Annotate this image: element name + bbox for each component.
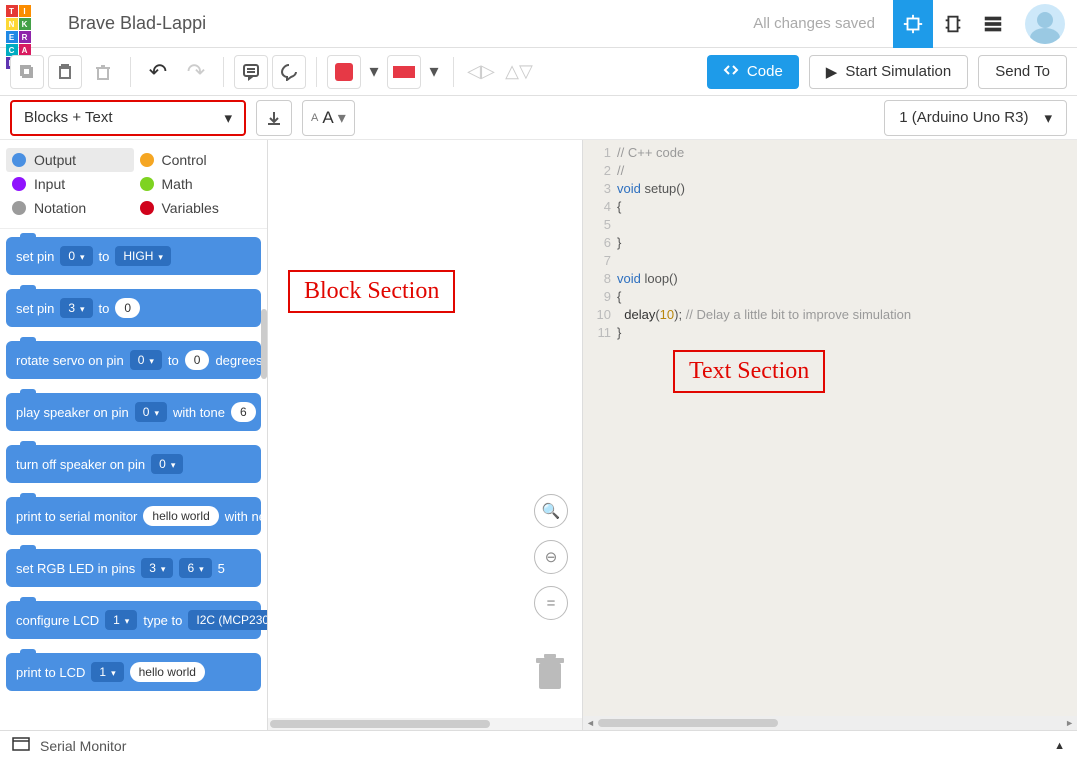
- category-label: Control: [162, 152, 207, 168]
- category-color-dot: [140, 177, 154, 191]
- app-header: TINKERCAD Brave Blad-Lappi All changes s…: [0, 0, 1077, 48]
- delete-button[interactable]: [86, 55, 120, 89]
- chevron-down-icon: ▾: [338, 108, 346, 128]
- editor-controls: Blocks + Text ▾ A A ▾ 1 (Arduino Uno R3)…: [0, 96, 1077, 140]
- palette-block[interactable]: set pin3to0: [6, 289, 261, 327]
- palette-block[interactable]: set pin0toHIGH: [6, 237, 261, 275]
- code-button-label: Code: [747, 63, 783, 80]
- text-size-control[interactable]: A A ▾: [302, 100, 355, 136]
- block-palette: OutputControlInputMathNotationVariables …: [0, 140, 268, 730]
- trash-icon[interactable]: [533, 651, 567, 696]
- wire-color-button[interactable]: [387, 55, 421, 89]
- board-dropdown[interactable]: 1 (Arduino Uno R3) ▾: [884, 100, 1067, 136]
- undo-button[interactable]: ↶: [141, 55, 175, 89]
- code-pane: 1234567891011 // C++ code // void setup(…: [583, 140, 1077, 730]
- serial-monitor-label[interactable]: Serial Monitor: [40, 738, 126, 754]
- palette-block[interactable]: play speaker on pin0with tone6: [6, 393, 261, 431]
- schematic-view-icon[interactable]: [933, 0, 973, 48]
- send-to-button[interactable]: Send To: [978, 55, 1067, 89]
- code-button[interactable]: Code: [707, 55, 799, 89]
- view-mode-label: Blocks + Text: [24, 109, 113, 126]
- copy-button[interactable]: [10, 55, 44, 89]
- category-label: Input: [34, 176, 65, 192]
- main-split: OutputControlInputMathNotationVariables …: [0, 140, 1077, 730]
- palette-block[interactable]: print to LCD1hello world: [6, 653, 261, 691]
- text-size-small-icon: A: [311, 112, 318, 124]
- board-label: 1 (Arduino Uno R3): [899, 109, 1028, 126]
- chevron-down-icon: ▾: [1044, 109, 1052, 127]
- redo-button[interactable]: ↷: [179, 55, 213, 89]
- flip-v-button[interactable]: △▽: [502, 55, 536, 89]
- palette-block[interactable]: set RGB LED in pins365: [6, 549, 261, 587]
- components-list-icon[interactable]: [973, 0, 1013, 48]
- zoom-in-button[interactable]: 🔍: [534, 494, 568, 528]
- category-color-dot: [140, 201, 154, 215]
- fill-color-button[interactable]: [327, 55, 361, 89]
- block-list: set pin0toHIGH set pin3to0 rotate servo on…: [0, 229, 267, 730]
- download-code-button[interactable]: [256, 100, 292, 136]
- circuit-view-icon[interactable]: [893, 0, 933, 48]
- paste-button[interactable]: [48, 55, 82, 89]
- category-output[interactable]: Output: [6, 148, 134, 172]
- user-avatar[interactable]: [1025, 4, 1065, 44]
- flip-h-button[interactable]: ◁▷: [464, 55, 498, 89]
- category-label: Notation: [34, 200, 86, 216]
- zoom-fit-button[interactable]: =: [534, 586, 568, 620]
- send-button-label: Send To: [995, 63, 1050, 80]
- category-label: Output: [34, 152, 76, 168]
- category-notation[interactable]: Notation: [6, 196, 134, 220]
- category-label: Math: [162, 176, 193, 192]
- play-icon: ▶: [826, 63, 838, 81]
- tinkercad-logo[interactable]: TINKERCAD: [0, 0, 48, 48]
- code-gutter: 1234567891011: [583, 144, 617, 716]
- main-toolbar: ↶ ↷ ▾ ▾ ◁▷ △▽ Code ▶ Start Simulation Se…: [0, 48, 1077, 96]
- code-scrollbar-h[interactable]: [583, 716, 1077, 730]
- code-editor[interactable]: // C++ code // void setup() { } void loo…: [617, 144, 1077, 716]
- view-mode-dropdown[interactable]: Blocks + Text ▾: [10, 100, 246, 136]
- chevron-down-icon: ▾: [224, 109, 232, 127]
- serial-monitor-icon[interactable]: [12, 737, 30, 754]
- block-workspace[interactable]: Block Section 🔍 ⊖ =: [268, 140, 583, 730]
- zoom-controls: 🔍 ⊖ =: [534, 494, 568, 620]
- text-section-annotation: Text Section: [673, 350, 825, 393]
- palette-block[interactable]: rotate servo on pin0to0degrees: [6, 341, 261, 379]
- save-status: All changes saved: [753, 15, 875, 32]
- zoom-out-button[interactable]: ⊖: [534, 540, 568, 574]
- project-name[interactable]: Brave Blad-Lappi: [68, 13, 206, 34]
- category-color-dot: [140, 153, 154, 167]
- fill-color-dropdown-icon[interactable]: ▾: [365, 55, 383, 89]
- category-color-dot: [12, 201, 26, 215]
- palette-block[interactable]: turn off speaker on pin0: [6, 445, 261, 483]
- category-math[interactable]: Math: [134, 172, 262, 196]
- text-size-large-icon: A: [322, 108, 333, 128]
- block-categories: Output Control Input Math Notation Variables: [0, 140, 267, 229]
- palette-scrollbar[interactable]: [261, 309, 267, 379]
- palette-block[interactable]: configure LCD1type toI2C (MCP23008): [6, 601, 261, 639]
- category-input[interactable]: Input: [6, 172, 134, 196]
- category-label: Variables: [162, 200, 219, 216]
- footer: Serial Monitor ▲: [0, 730, 1077, 760]
- wire-color-dropdown-icon[interactable]: ▾: [425, 55, 443, 89]
- palette-block[interactable]: print to serial monitorhello worldwith n…: [6, 497, 261, 535]
- expand-footer-icon[interactable]: ▲: [1054, 740, 1065, 752]
- block-section-annotation: Block Section: [288, 270, 455, 313]
- workspace-scrollbar-h[interactable]: [268, 718, 582, 730]
- hide-notes-button[interactable]: [272, 55, 306, 89]
- start-simulation-button[interactable]: ▶ Start Simulation: [809, 55, 968, 89]
- sim-button-label: Start Simulation: [845, 63, 951, 80]
- category-variables[interactable]: Variables: [134, 196, 262, 220]
- category-control[interactable]: Control: [134, 148, 262, 172]
- category-color-dot: [12, 153, 26, 167]
- code-icon: [723, 62, 739, 82]
- notes-button[interactable]: [234, 55, 268, 89]
- category-color-dot: [12, 177, 26, 191]
